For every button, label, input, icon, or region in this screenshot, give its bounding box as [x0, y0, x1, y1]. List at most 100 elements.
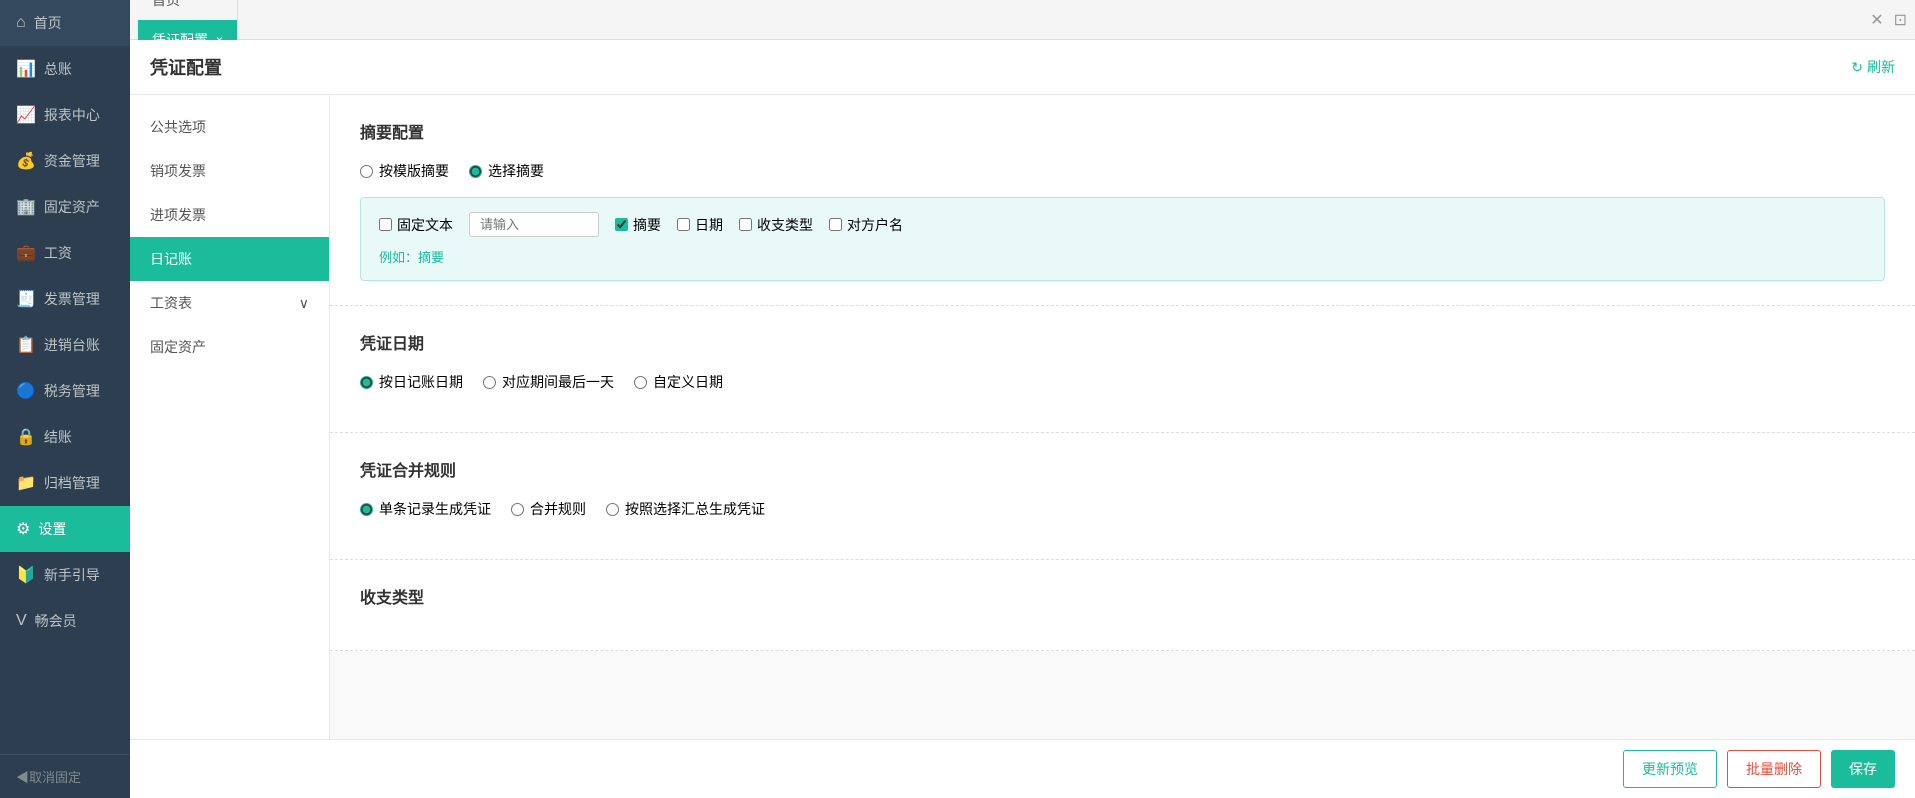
- sidebar-item-close[interactable]: 🔒 结账: [0, 414, 130, 460]
- bottom-bar: 更新预览 批量删除 保存: [130, 739, 1915, 798]
- left-nav-item-public[interactable]: 公共选项: [130, 105, 329, 149]
- batch-delete-button[interactable]: 批量删除: [1727, 750, 1821, 788]
- sidebar-item-member[interactable]: V畅会员: [0, 598, 130, 644]
- summary-radio-template[interactable]: 按模版摘要: [360, 161, 449, 181]
- summary-title: 摘要配置: [360, 119, 1885, 143]
- date-radio-diary[interactable]: 按日记账日期: [360, 372, 463, 392]
- page-content: 凭证配置 ↻ 刷新 公共选项销项发票进项发票日记账工资表 ∨ 固定资产 摘要配置: [130, 40, 1915, 798]
- sidebar-icon-home: ⌂: [16, 14, 26, 32]
- sidebar-icon-archive: 📁: [16, 473, 36, 493]
- summary-radio-select-input[interactable]: [469, 165, 482, 178]
- sidebar-item-invoice[interactable]: 🧾 发票管理: [0, 276, 130, 322]
- main-area: 首页凭证配置× ✕ ⊡ 凭证配置 ↻ 刷新 公共选项销项发票进项发票日记账工资表…: [130, 0, 1915, 798]
- sidebar-icon-trade: 📋: [16, 335, 36, 355]
- sidebar-icon-guide: 🔰: [16, 565, 36, 585]
- left-nav-item-payroll[interactable]: 工资表 ∨: [130, 281, 329, 325]
- left-nav-label-public: 公共选项: [150, 117, 206, 137]
- sidebar-icon-ledger: 📊: [16, 59, 36, 79]
- window-controls: ✕ ⊡: [1870, 10, 1907, 30]
- cb-abstract[interactable]: 摘要: [615, 215, 661, 235]
- sidebar-item-guide[interactable]: 🔰 新手引导: [0, 552, 130, 598]
- sidebar-label-report: 报表中心: [44, 105, 100, 125]
- sidebar-label-close: 结账: [44, 427, 72, 447]
- sidebar-item-tax[interactable]: 🔵税务管理: [0, 368, 130, 414]
- right-content: 摘要配置 按模版摘要 选择摘要: [330, 95, 1915, 739]
- merge-radio-single-input[interactable]: [360, 503, 373, 516]
- sidebar-icon-assets: 🏢: [16, 197, 36, 217]
- date-title: 凭证日期: [360, 330, 1885, 354]
- sidebar-unpin[interactable]: ◀取消固定: [0, 754, 130, 798]
- cb-date-input[interactable]: [677, 218, 690, 231]
- date-radio-group: 按日记账日期 对应期间最后一天 自定义日期: [360, 372, 1885, 392]
- date-radio-diary-input[interactable]: [360, 376, 373, 389]
- cb-abstract-input[interactable]: [615, 218, 628, 231]
- left-nav-item-fixed-assets[interactable]: 固定资产: [130, 325, 329, 369]
- chevron-icon-payroll: ∨: [299, 295, 309, 312]
- cb-income-type[interactable]: 收支类型: [739, 215, 813, 235]
- sidebar-label-invoice: 发票管理: [44, 289, 100, 309]
- sidebar-icon-salary: 💼: [16, 243, 36, 263]
- sidebar-icon-invoice: 🧾: [16, 289, 36, 309]
- summary-radio-group: 按模版摘要 选择摘要: [360, 161, 1885, 181]
- merge-radio-select-input[interactable]: [606, 503, 619, 516]
- sidebar-label-settings: 设置: [38, 519, 66, 539]
- cb-date[interactable]: 日期: [677, 215, 723, 235]
- merge-section: 凭证合并规则 单条记录生成凭证 合并规则 按照选择汇总生成凭证: [330, 433, 1915, 560]
- tab-bar: 首页凭证配置× ✕ ⊡: [130, 0, 1915, 40]
- sidebar-item-report[interactable]: 📈报表中心: [0, 92, 130, 138]
- summary-radio-select[interactable]: 选择摘要: [469, 161, 544, 181]
- cb-counterpart-input[interactable]: [829, 218, 842, 231]
- sidebar-item-archive[interactable]: 📁归档管理: [0, 460, 130, 506]
- cb-fixed-text-input[interactable]: [379, 218, 392, 231]
- cb-income-type-input[interactable]: [739, 218, 752, 231]
- sidebar-item-trade[interactable]: 📋 进销台账: [0, 322, 130, 368]
- summary-checkbox-row: 固定文本 摘要 日期: [379, 212, 1866, 237]
- sidebar-label-trade: 进销台账: [44, 335, 100, 355]
- income-type-section: 收支类型: [330, 560, 1915, 651]
- date-radio-custom[interactable]: 自定义日期: [634, 372, 723, 392]
- left-nav-item-diary[interactable]: 日记账: [130, 237, 329, 281]
- tab-home-tab[interactable]: 首页: [138, 0, 238, 20]
- tab-label-home-tab: 首页: [152, 0, 180, 10]
- left-nav-label-sales-invoice: 销项发票: [150, 161, 206, 181]
- summary-example: 例如：摘要: [379, 247, 1866, 266]
- page-title: 凭证配置: [150, 54, 222, 80]
- merge-radio-select[interactable]: 按照选择汇总生成凭证: [606, 499, 765, 519]
- summary-section: 摘要配置 按模版摘要 选择摘要: [330, 95, 1915, 306]
- sidebar-item-funds[interactable]: 💰资金管理: [0, 138, 130, 184]
- save-button[interactable]: 保存: [1831, 750, 1895, 788]
- date-radio-custom-input[interactable]: [634, 376, 647, 389]
- sidebar-item-home[interactable]: ⌂首页: [0, 0, 130, 46]
- date-section: 凭证日期 按日记账日期 对应期间最后一天 自定义日期: [330, 306, 1915, 433]
- sidebar-icon-member: V: [16, 612, 27, 630]
- left-nav-item-sales-invoice[interactable]: 销项发票: [130, 149, 329, 193]
- sidebar-icon-tax: 🔵: [16, 381, 36, 401]
- merge-radio-rule[interactable]: 合并规则: [511, 499, 586, 519]
- left-nav: 公共选项销项发票进项发票日记账工资表 ∨ 固定资产: [130, 95, 330, 739]
- restore-window-icon[interactable]: ⊡: [1894, 10, 1907, 30]
- content-layout: 公共选项销项发票进项发票日记账工资表 ∨ 固定资产 摘要配置 按模版摘要 选择摘要: [130, 95, 1915, 739]
- cb-fixed-text[interactable]: 固定文本: [379, 215, 453, 235]
- date-radio-last[interactable]: 对应期间最后一天: [483, 372, 614, 392]
- left-nav-label-purchase-invoice: 进项发票: [150, 205, 206, 225]
- left-nav-label-payroll: 工资表: [150, 293, 192, 313]
- merge-radio-single[interactable]: 单条记录生成凭证: [360, 499, 491, 519]
- sidebar-item-assets[interactable]: 🏢固定资产: [0, 184, 130, 230]
- sidebar-label-salary: 工资: [44, 243, 72, 263]
- income-type-title: 收支类型: [360, 584, 1885, 608]
- merge-radio-rule-input[interactable]: [511, 503, 524, 516]
- summary-radio-template-input[interactable]: [360, 165, 373, 178]
- cb-counterpart[interactable]: 对方户名: [829, 215, 903, 235]
- sidebar-icon-close: 🔒: [16, 427, 36, 447]
- close-window-icon[interactable]: ✕: [1870, 10, 1883, 30]
- refresh-button[interactable]: ↻ 刷新: [1851, 57, 1895, 77]
- update-preview-button[interactable]: 更新预览: [1623, 750, 1717, 788]
- sidebar-icon-funds: 💰: [16, 151, 36, 171]
- fixed-text-input[interactable]: [469, 212, 599, 237]
- sidebar-item-ledger[interactable]: 📊总账: [0, 46, 130, 92]
- sidebar-item-settings[interactable]: ⚙设置: [0, 506, 130, 552]
- left-nav-item-purchase-invoice[interactable]: 进项发票: [130, 193, 329, 237]
- sidebar-item-salary[interactable]: 💼 工资: [0, 230, 130, 276]
- sidebar-label-guide: 新手引导: [44, 565, 100, 585]
- date-radio-last-input[interactable]: [483, 376, 496, 389]
